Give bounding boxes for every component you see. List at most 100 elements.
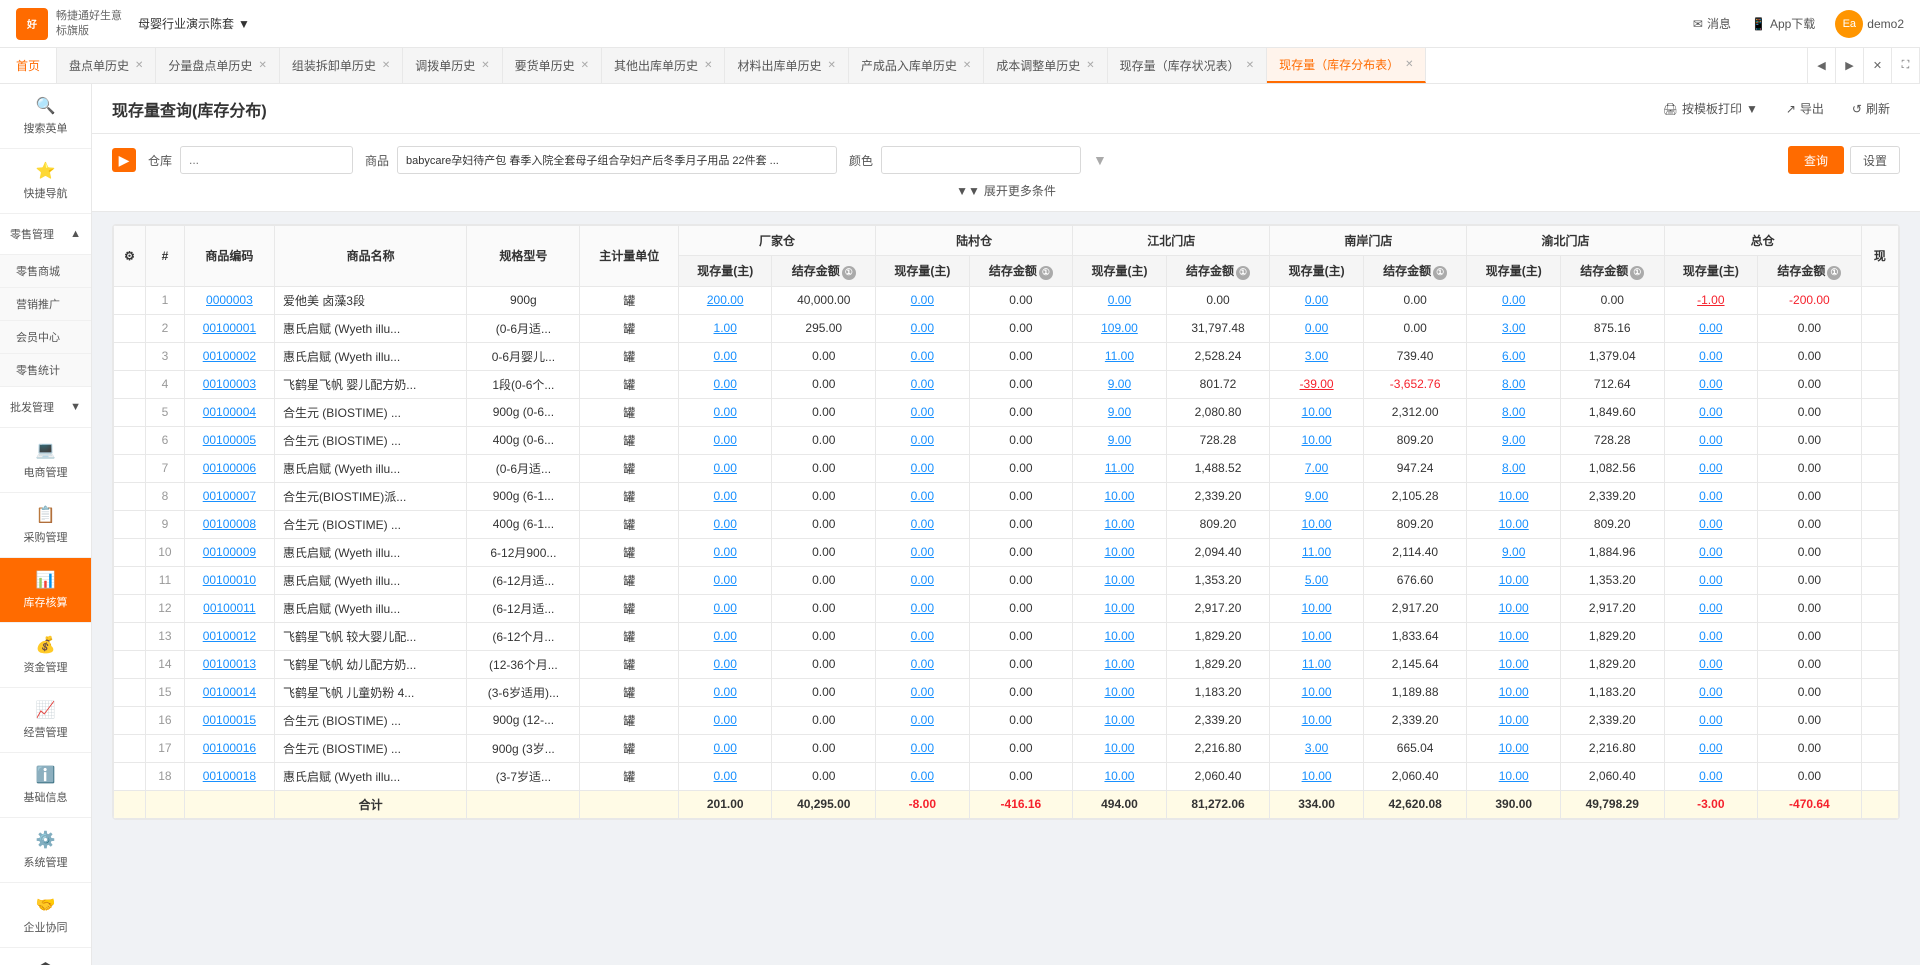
row-code[interactable]: 0000003: [184, 286, 274, 314]
row-t-qty[interactable]: 0.00: [1664, 426, 1757, 454]
row-t-qty[interactable]: 0.00: [1664, 650, 1757, 678]
product-input[interactable]: babycare孕妇待产包 春季入院全套母子组合孕妇产后冬季月子用品 22件套 …: [397, 146, 837, 174]
settings-btn[interactable]: 设置: [1850, 146, 1900, 174]
row-n-qty[interactable]: 11.00: [1270, 538, 1363, 566]
tab-cailiao[interactable]: 材料出库单历史 ✕: [725, 48, 848, 83]
row-j-qty[interactable]: 10.00: [1073, 734, 1166, 762]
tab-close[interactable]: ✕: [581, 60, 589, 71]
row-t-qty[interactable]: 0.00: [1664, 706, 1757, 734]
row-n-qty[interactable]: 3.00: [1270, 342, 1363, 370]
row-c-qty[interactable]: 0.00: [678, 342, 771, 370]
row-t-qty[interactable]: 0.00: [1664, 370, 1757, 398]
sidebar-item-wholesale[interactable]: 批发管理 ▼: [0, 387, 91, 428]
row-n-qty[interactable]: 0.00: [1270, 314, 1363, 342]
row-code[interactable]: 00100012: [184, 622, 274, 650]
sidebar-item-nav[interactable]: ⭐ 快捷导航: [0, 149, 91, 214]
row-t-qty[interactable]: 0.00: [1664, 398, 1757, 426]
row-j-qty[interactable]: 11.00: [1073, 342, 1166, 370]
tab-close[interactable]: ✕: [1246, 60, 1254, 71]
row-code[interactable]: 00100003: [184, 370, 274, 398]
row-y-qty[interactable]: 0.00: [1467, 286, 1560, 314]
tab-close[interactable]: ✕: [963, 60, 971, 71]
row-code[interactable]: 00100002: [184, 342, 274, 370]
row-c-qty[interactable]: 0.00: [678, 510, 771, 538]
row-code[interactable]: 00100009: [184, 538, 274, 566]
row-c-qty[interactable]: 0.00: [678, 650, 771, 678]
tab-fenpandian[interactable]: 分量盘点单历史 ✕: [156, 48, 279, 83]
row-code[interactable]: 00100006: [184, 454, 274, 482]
row-t-qty[interactable]: 0.00: [1664, 734, 1757, 762]
row-n-qty[interactable]: 10.00: [1270, 398, 1363, 426]
row-y-qty[interactable]: 10.00: [1467, 622, 1560, 650]
sidebar-item-retailstat[interactable]: 零售统计: [0, 354, 91, 387]
row-c-qty[interactable]: 0.00: [678, 566, 771, 594]
row-l-qty[interactable]: 0.00: [876, 650, 969, 678]
row-l-qty[interactable]: 0.00: [876, 342, 969, 370]
row-l-qty[interactable]: 0.00: [876, 314, 969, 342]
row-n-qty[interactable]: 11.00: [1270, 650, 1363, 678]
row-l-qty[interactable]: 0.00: [876, 370, 969, 398]
sidebar-item-collab[interactable]: 🤝 企业协同: [0, 883, 91, 948]
row-n-qty[interactable]: 10.00: [1270, 594, 1363, 622]
tab-diaobo[interactable]: 调拨单历史 ✕: [403, 48, 502, 83]
row-l-qty[interactable]: 0.00: [876, 538, 969, 566]
row-c-qty[interactable]: 200.00: [678, 286, 771, 314]
row-j-qty[interactable]: 9.00: [1073, 370, 1166, 398]
sidebar-item-finance[interactable]: 💰 资金管理: [0, 623, 91, 688]
tenant-selector[interactable]: 母婴行业演示陈套 ▼: [138, 15, 250, 32]
row-j-qty[interactable]: 10.00: [1073, 678, 1166, 706]
row-j-qty[interactable]: 9.00: [1073, 426, 1166, 454]
row-j-qty[interactable]: 0.00: [1073, 286, 1166, 314]
row-j-qty[interactable]: 10.00: [1073, 482, 1166, 510]
row-n-qty[interactable]: 10.00: [1270, 706, 1363, 734]
row-c-qty[interactable]: 0.00: [678, 398, 771, 426]
row-y-qty[interactable]: 3.00: [1467, 314, 1560, 342]
sidebar-item-operations[interactable]: 📈 经营管理: [0, 688, 91, 753]
row-l-qty[interactable]: 0.00: [876, 678, 969, 706]
row-c-qty[interactable]: 0.00: [678, 426, 771, 454]
row-y-qty[interactable]: 9.00: [1467, 538, 1560, 566]
tab-chengben[interactable]: 成本调整单历史 ✕: [984, 48, 1107, 83]
row-c-qty[interactable]: 0.00: [678, 678, 771, 706]
row-code[interactable]: 00100014: [184, 678, 274, 706]
user-menu[interactable]: Ea demo2: [1835, 10, 1904, 38]
tab-yaohuo[interactable]: 要货单历史 ✕: [503, 48, 602, 83]
query-btn[interactable]: 查询: [1788, 146, 1844, 174]
sidebar-item-member[interactable]: 会员中心: [0, 321, 91, 354]
tab-close-active[interactable]: ✕: [1405, 59, 1413, 70]
sidebar-item-system[interactable]: ⚙️ 系统管理: [0, 818, 91, 883]
sidebar-item-ecom[interactable]: 💻 电商管理: [0, 428, 91, 493]
row-code[interactable]: 00100011: [184, 594, 274, 622]
row-t-qty[interactable]: 0.00: [1664, 510, 1757, 538]
row-y-qty[interactable]: 9.00: [1467, 426, 1560, 454]
row-t-qty[interactable]: 0.00: [1664, 314, 1757, 342]
tab-close-all-btn[interactable]: ✕: [1864, 48, 1892, 83]
sidebar-item-search[interactable]: 🔍 搜索英单: [0, 84, 91, 149]
col-gear[interactable]: ⚙: [114, 226, 146, 287]
row-j-qty[interactable]: 109.00: [1073, 314, 1166, 342]
row-y-qty[interactable]: 10.00: [1467, 678, 1560, 706]
row-code[interactable]: 00100010: [184, 566, 274, 594]
row-n-qty[interactable]: 10.00: [1270, 762, 1363, 790]
row-n-qty[interactable]: 10.00: [1270, 622, 1363, 650]
row-l-qty[interactable]: 0.00: [876, 706, 969, 734]
tab-next-btn[interactable]: ▶: [1836, 48, 1864, 83]
sidebar-item-marketing[interactable]: 营销推广: [0, 288, 91, 321]
row-t-qty[interactable]: 0.00: [1664, 454, 1757, 482]
sidebar-item-retail[interactable]: 零售管理 ▲: [0, 214, 91, 255]
row-n-qty[interactable]: 10.00: [1270, 510, 1363, 538]
row-l-qty[interactable]: 0.00: [876, 734, 969, 762]
row-t-qty[interactable]: 0.00: [1664, 762, 1757, 790]
tab-zuhe[interactable]: 组装拆卸单历史 ✕: [280, 48, 403, 83]
tab-close[interactable]: ✕: [382, 60, 390, 71]
row-code[interactable]: 00100018: [184, 762, 274, 790]
tab-close[interactable]: ✕: [481, 60, 489, 71]
row-n-qty[interactable]: 0.00: [1270, 286, 1363, 314]
print-btn[interactable]: 🖨 按模板打印 ▼: [1653, 96, 1768, 121]
row-t-qty[interactable]: 0.00: [1664, 594, 1757, 622]
expand-conditions-btn[interactable]: ▼▼ 展开更多条件: [956, 182, 1056, 199]
search-toggle-btn[interactable]: ▶: [112, 148, 136, 172]
row-j-qty[interactable]: 9.00: [1073, 398, 1166, 426]
row-j-qty[interactable]: 10.00: [1073, 510, 1166, 538]
row-code[interactable]: 00100015: [184, 706, 274, 734]
